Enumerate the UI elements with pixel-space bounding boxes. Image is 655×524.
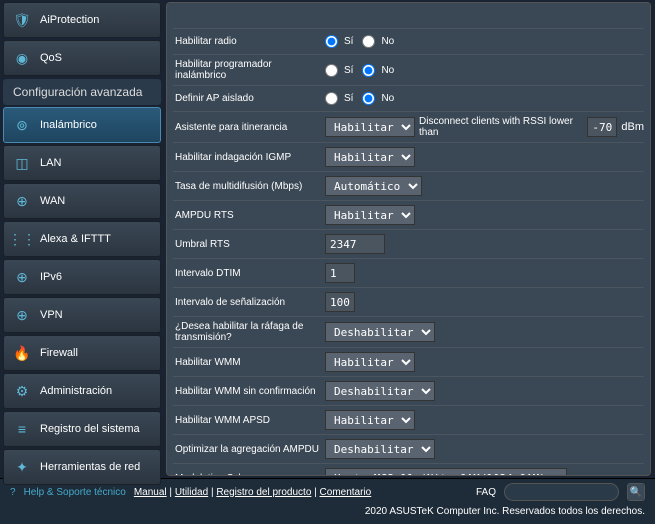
nav-label: Alexa & IFTTT bbox=[40, 233, 111, 245]
search-icon[interactable]: 🔍 bbox=[627, 483, 645, 501]
sidebar-item-lan[interactable]: ◫ LAN bbox=[3, 145, 161, 181]
sidebar: 🛡 AiProtection ◉ QoS Configuración avanzada… bbox=[0, 0, 164, 478]
row-multicast: Tasa de multidifusión (Mbps)Automático bbox=[173, 172, 644, 201]
faq-label: FAQ bbox=[476, 487, 496, 498]
row-wireless-scheduler: Habilitar programador inalámbrico SíNo bbox=[173, 55, 644, 86]
sidebar-item-qos[interactable]: ◉ QoS bbox=[3, 40, 161, 76]
nav-label: VPN bbox=[40, 309, 63, 321]
sidebar-item-firewall[interactable]: 🔥 Firewall bbox=[3, 335, 161, 371]
row-ampdu-rts: AMPDU RTSHabilitar bbox=[173, 201, 644, 230]
select-multicast[interactable]: Automático bbox=[325, 176, 422, 196]
nav-icon: ✦ bbox=[12, 457, 32, 477]
row-igmp: Habilitar indagación IGMPHabilitar bbox=[173, 143, 644, 172]
sidebar-item-ipv6[interactable]: ⊕ IPv6 bbox=[3, 259, 161, 295]
nav-icon: ⊕ bbox=[12, 191, 32, 211]
nav-icon: 🛡 bbox=[12, 10, 32, 30]
nav-label: LAN bbox=[40, 157, 61, 169]
nav-label: Firewall bbox=[40, 347, 78, 359]
row-wmm: Habilitar WMMHabilitar bbox=[173, 348, 644, 377]
radio-si[interactable] bbox=[325, 92, 338, 105]
faq-search-input[interactable] bbox=[504, 483, 619, 501]
input-beacon[interactable] bbox=[325, 292, 355, 312]
input-rssi[interactable] bbox=[587, 117, 617, 137]
row-enable-radio: Habilitar radio SíNo bbox=[173, 29, 644, 55]
sidebar-item-administraci-n[interactable]: ⚙ Administración bbox=[3, 373, 161, 409]
nav-icon: ◉ bbox=[12, 48, 32, 68]
sidebar-item-herramientas-de-red[interactable]: ✦ Herramientas de red bbox=[3, 449, 161, 485]
select-igmp[interactable]: Habilitar bbox=[325, 147, 415, 167]
select-ampdu-rts[interactable]: Habilitar bbox=[325, 205, 415, 225]
select-roaming[interactable]: Habilitar bbox=[325, 117, 415, 137]
row-beacon: Intervalo de señalización bbox=[173, 288, 644, 317]
row-dtim: Intervalo DTIM bbox=[173, 259, 644, 288]
sidebar-item-registro-del-sistema[interactable]: ≡ Registro del sistema bbox=[3, 411, 161, 447]
nav-icon: ⋮⋮ bbox=[12, 229, 32, 249]
nav-label: AiProtection bbox=[40, 14, 99, 26]
row-modulation: Modulation SchemeUp to MCS 11 (NitroQAM/… bbox=[173, 464, 644, 476]
radio-si[interactable] bbox=[325, 64, 338, 77]
nav-label: Registro del sistema bbox=[40, 423, 140, 435]
input-dtim[interactable] bbox=[325, 263, 355, 283]
input-rts[interactable] bbox=[325, 234, 385, 254]
nav-label: IPv6 bbox=[40, 271, 62, 283]
radio-no[interactable] bbox=[362, 92, 375, 105]
nav-icon: ⊕ bbox=[12, 267, 32, 287]
nav-icon: ◫ bbox=[12, 153, 32, 173]
select-modulation[interactable]: Up to MCS 11 (NitroQAM/1024-QAM) bbox=[325, 468, 567, 476]
select-wmm-noack[interactable]: Deshabilitar bbox=[325, 381, 435, 401]
help-link[interactable]: Help & Soporte técnico bbox=[24, 487, 126, 498]
link-comentario[interactable]: Comentario bbox=[320, 487, 372, 498]
row-roaming-assistant: Asistente para itinerancia Habilitar Dis… bbox=[173, 112, 644, 143]
row-wmm-noack: Habilitar WMM sin confirmaciónDeshabilit… bbox=[173, 377, 644, 406]
copyright: 2020 ASUSTeK Computer Inc. Reservados to… bbox=[10, 501, 645, 522]
sidebar-item-aiprotection[interactable]: 🛡 AiProtection bbox=[3, 2, 161, 38]
nav-icon: ⊚ bbox=[12, 115, 32, 135]
nav-icon: 🔥 bbox=[12, 343, 32, 363]
select-wmm-apsd[interactable]: Habilitar bbox=[325, 410, 415, 430]
row-ap-isolated: Definir AP aislado SíNo bbox=[173, 86, 644, 112]
radio-no[interactable] bbox=[362, 64, 375, 77]
sidebar-item-alexa-ifttt[interactable]: ⋮⋮ Alexa & IFTTT bbox=[3, 221, 161, 257]
sidebar-section-title: Configuración avanzada bbox=[3, 79, 161, 105]
select-ampdu-opt[interactable]: Deshabilitar bbox=[325, 439, 435, 459]
nav-icon: ⊕ bbox=[12, 305, 32, 325]
nav-label: QoS bbox=[40, 52, 62, 64]
select-wmm[interactable]: Habilitar bbox=[325, 352, 415, 372]
link-manual[interactable]: Manual bbox=[134, 487, 167, 498]
sidebar-item-wan[interactable]: ⊕ WAN bbox=[3, 183, 161, 219]
radio-no[interactable] bbox=[362, 35, 375, 48]
row-wmm-apsd: Habilitar WMM APSDHabilitar bbox=[173, 406, 644, 435]
select-txburst[interactable]: Deshabilitar bbox=[325, 322, 435, 342]
sidebar-item-inal-mbrico[interactable]: ⊚ Inalámbrico bbox=[3, 107, 161, 143]
link-utilidad[interactable]: Utilidad bbox=[175, 487, 208, 498]
nav-label: Inalámbrico bbox=[40, 119, 97, 131]
link-registro[interactable]: Registro del producto bbox=[216, 487, 311, 498]
nav-label: WAN bbox=[40, 195, 65, 207]
nav-icon: ≡ bbox=[12, 419, 32, 439]
row-rts-threshold: Umbral RTS bbox=[173, 230, 644, 259]
sidebar-item-vpn[interactable]: ⊕ VPN bbox=[3, 297, 161, 333]
row-ampdu-opt: Optimizar la agregación AMPDUDeshabilita… bbox=[173, 435, 644, 464]
help-icon[interactable]: ? bbox=[10, 487, 16, 498]
row-tx-burst: ¿Desea habilitar la ráfaga de transmisió… bbox=[173, 317, 644, 348]
radio-si[interactable] bbox=[325, 35, 338, 48]
nav-icon: ⚙ bbox=[12, 381, 32, 401]
nav-label: Administración bbox=[40, 385, 112, 397]
settings-panel: Habilitar radio SíNo Habilitar programad… bbox=[166, 2, 651, 476]
nav-label: Herramientas de red bbox=[40, 461, 140, 473]
